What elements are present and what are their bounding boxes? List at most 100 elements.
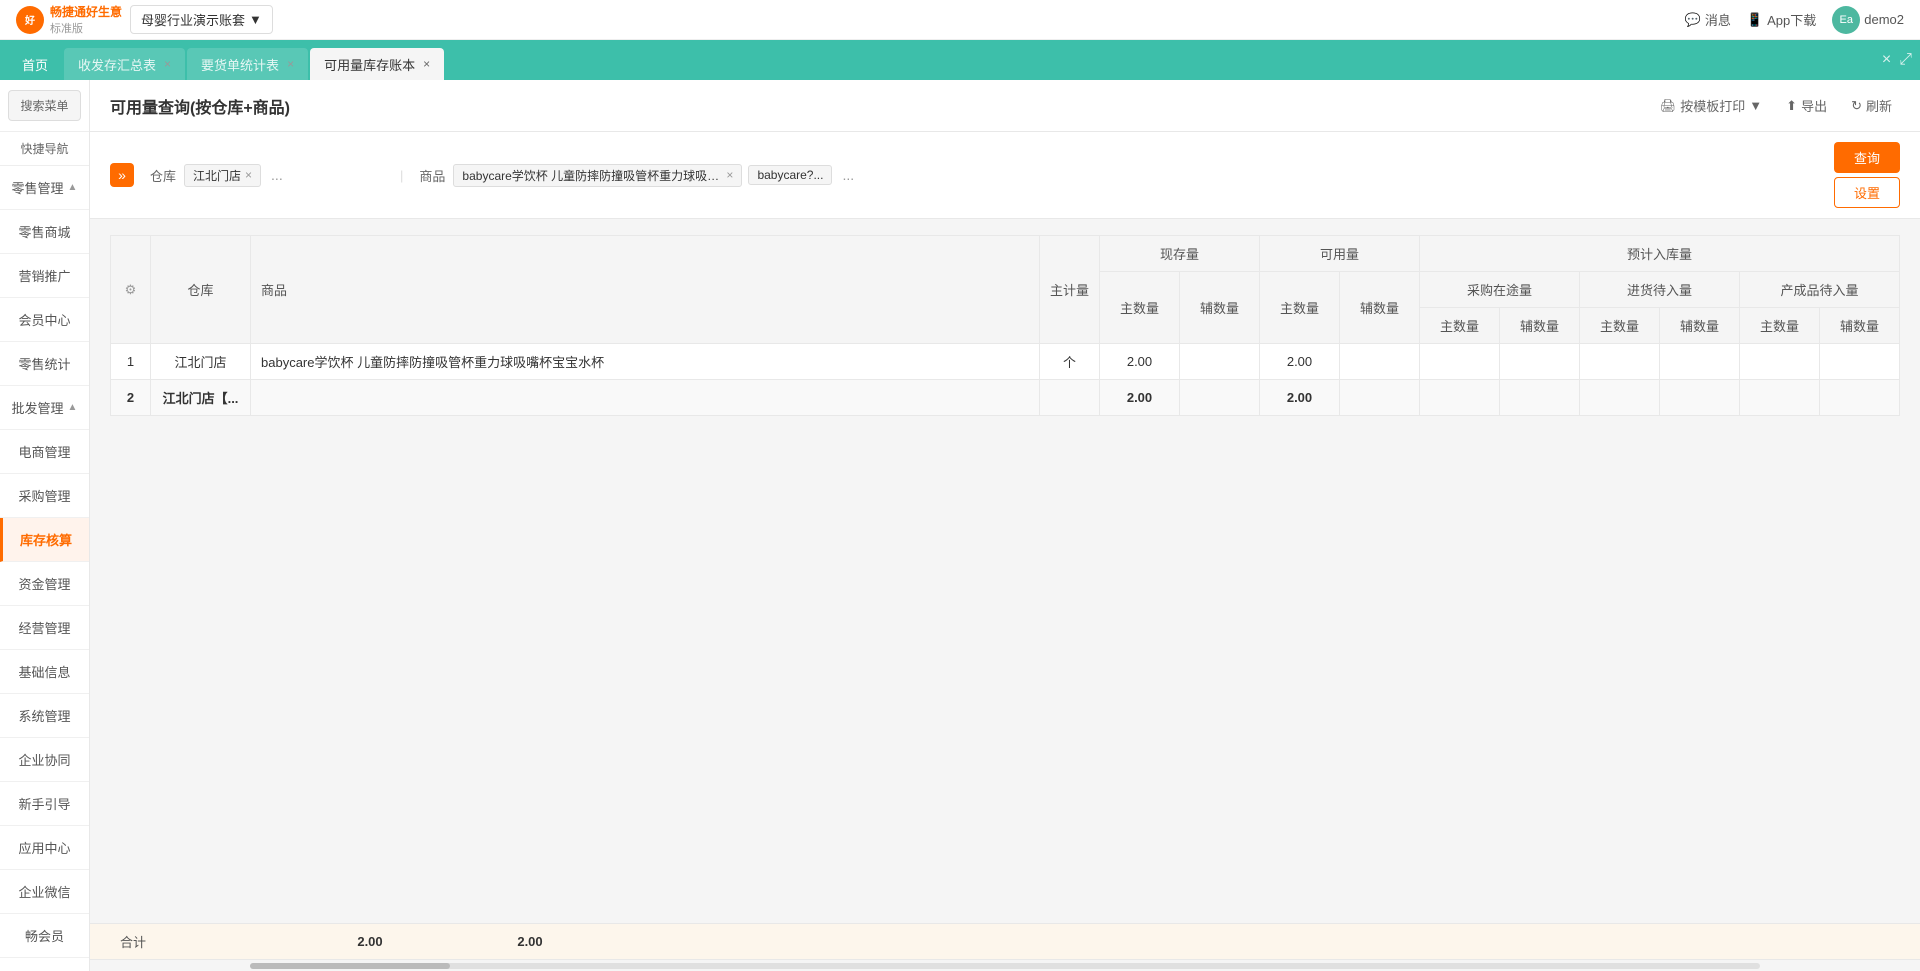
warehouse-filter: 仓库 江北门店 × ... — [150, 164, 384, 187]
sidebar-item-ecommerce[interactable]: 电商管理 — [0, 430, 89, 474]
sidebar-item-purchase[interactable]: 采购管理 — [0, 474, 89, 518]
cell-current-sub — [1180, 380, 1260, 416]
tag-close-icon[interactable]: × — [245, 168, 252, 182]
cell-product — [251, 380, 1040, 416]
chevron-down-icon: ▼ — [249, 12, 262, 27]
expand-window-btn[interactable]: ⤢ — [1899, 51, 1912, 69]
settings-btn[interactable]: 设置 — [1834, 177, 1900, 208]
tab-receivable-summary[interactable]: 收发存汇总表 × — [64, 48, 185, 80]
cell-fp-main — [1740, 380, 1820, 416]
refresh-btn[interactable]: ↻ 刷新 — [1843, 92, 1900, 119]
warehouse-tag[interactable]: 江北门店 × — [184, 164, 261, 187]
page-title: 可用量查询(按仓库+商品) — [110, 94, 290, 130]
user-action[interactable]: Ea demo2 — [1832, 6, 1904, 34]
sidebar-item-member[interactable]: 畅会员 — [0, 914, 89, 958]
footer-fp-main — [970, 934, 1050, 949]
cell-purchase-transit-sub — [1500, 344, 1580, 380]
cell-pp-sub — [1660, 380, 1740, 416]
product-tag-1[interactable]: babycare学饮杯 儿童防摔防撞吸管杯重力球吸嘴杯宝宝水杯 × — [453, 164, 742, 187]
nav-controls: × ⤢ — [1882, 51, 1912, 69]
th-finished-pending: 产成品待入量 — [1740, 272, 1900, 308]
tag-close-icon[interactable]: × — [726, 168, 733, 182]
sidebar-item-system[interactable]: 系统管理 — [0, 694, 89, 738]
cell-current-sub — [1180, 344, 1260, 380]
cell-finished-pending-sub — [1820, 344, 1900, 380]
sidebar-item-retail-mall[interactable]: 零售商城 — [0, 210, 89, 254]
filter-separator: | — [400, 168, 403, 183]
sidebar-item-basic-info[interactable]: 基础信息 — [0, 650, 89, 694]
cell-available-main: 2.00 — [1260, 380, 1340, 416]
tab-available-stock[interactable]: 可用量库存账本 × — [310, 48, 444, 80]
scroll-bar[interactable] — [90, 959, 1920, 971]
tab-order-stats[interactable]: 要货单统计表 × — [187, 48, 308, 80]
th-current-sub: 辅数量 — [1180, 272, 1260, 344]
industry-selector[interactable]: 母婴行业演示账套 ▼ — [130, 5, 273, 34]
sidebar-item-retail-stats[interactable]: 零售统计 — [0, 342, 89, 386]
footer-current-main: 2.00 — [330, 934, 410, 949]
footer-current-sub — [410, 934, 490, 949]
th-available-main: 主数量 — [1260, 272, 1340, 344]
quick-nav-btn[interactable]: 快捷导航 — [0, 132, 89, 166]
scroll-thumb[interactable] — [250, 963, 450, 969]
sidebar-item-app-center[interactable]: 应用中心 — [0, 826, 89, 870]
filter-actions: 查询 设置 — [1834, 142, 1900, 208]
sidebar-item-guide[interactable]: 新手引导 — [0, 782, 89, 826]
cell-no: 1 — [111, 344, 151, 380]
th-planned-in: 预计入库量 — [1420, 236, 1900, 272]
sidebar-item-wechat[interactable]: 企业微信 — [0, 870, 89, 914]
sidebar-item-marketing[interactable]: 营销推广 — [0, 254, 89, 298]
expand-icon: ▲ — [68, 182, 78, 193]
sidebar-search: 搜索菜单 — [0, 80, 89, 132]
sidebar-item-wholesale[interactable]: 批发管理 ▲ — [0, 386, 89, 430]
header-right: 💬 消息 📱 App下载 Ea demo2 — [1685, 6, 1904, 34]
th-purchase-transit: 采购在途量 — [1420, 272, 1580, 308]
th-finished-pending-main: 主数量 — [1740, 308, 1820, 344]
footer-label: 合计 — [110, 932, 270, 951]
product-label: 商品 — [419, 166, 445, 185]
th-settings[interactable]: ⚙ — [111, 236, 151, 344]
header-left: 好 畅捷通好生意 标准版 母婴行业演示账套 ▼ — [16, 3, 273, 36]
search-menu-btn[interactable]: 搜索菜单 — [8, 90, 81, 121]
sidebar-item-member-center[interactable]: 会员中心 — [0, 298, 89, 342]
filter-expand-btn[interactable]: » — [110, 163, 134, 187]
logo-area: 好 畅捷通好生意 标准版 — [16, 3, 122, 36]
footer-pt-sub — [730, 934, 810, 949]
product-tag-2[interactable]: babycare?... — [748, 165, 832, 185]
more-product-btn[interactable]: ... — [838, 165, 858, 185]
query-btn[interactable]: 查询 — [1834, 142, 1900, 173]
sidebar-item-inventory[interactable]: 库存核算 — [0, 518, 89, 562]
page-header: 可用量查询(按仓库+商品) 🖨 按模板打印 ▼ ⬆ 导出 ↻ 刷新 — [90, 80, 1920, 132]
tab-close-icon[interactable]: × — [287, 57, 294, 71]
footer-fp-sub — [1050, 934, 1130, 949]
footer-unit — [270, 934, 330, 949]
export-btn[interactable]: ⬆ 导出 — [1778, 92, 1835, 119]
sidebar-item-enterprise[interactable]: 企业协同 — [0, 738, 89, 782]
tab-close-icon[interactable]: × — [164, 57, 171, 71]
cell-available-sub — [1340, 344, 1420, 380]
main-layout: 搜索菜单 快捷导航 零售管理 ▲ 零售商城 营销推广 会员中心 零售统计 批发管… — [0, 80, 1920, 971]
footer-values: 2.00 2.00 — [270, 934, 1900, 949]
tab-home[interactable]: 首页 — [8, 48, 62, 80]
top-header: 好 畅捷通好生意 标准版 母婴行业演示账套 ▼ 💬 消息 📱 App下载 Ea … — [0, 0, 1920, 40]
print-template-btn[interactable]: 🖨 按模板打印 ▼ — [1652, 92, 1770, 119]
settings-icon[interactable]: ⚙ — [125, 282, 137, 297]
app-download-action[interactable]: 📱 App下载 — [1747, 10, 1816, 29]
tab-close-icon[interactable]: × — [423, 57, 430, 71]
sidebar-item-operations[interactable]: 经营管理 — [0, 606, 89, 650]
expand-icon: ▲ — [68, 402, 78, 413]
table-container: ⚙ 仓库 商品 主计量 现存量 可用量 预计入库量 主数量 辅数量 主数量 辅数… — [90, 219, 1920, 923]
cell-unit: 个 — [1039, 344, 1099, 380]
th-current-main: 主数量 — [1100, 272, 1180, 344]
close-window-btn[interactable]: × — [1882, 51, 1891, 69]
more-filter-btn[interactable]: ... — [267, 165, 287, 185]
cell-pp-main — [1580, 380, 1660, 416]
sidebar-item-retail-management[interactable]: 零售管理 ▲ — [0, 166, 89, 210]
th-purchase-pending: 进货待入量 — [1580, 272, 1740, 308]
sidebar-item-finance[interactable]: 资金管理 — [0, 562, 89, 606]
cell-fp-sub — [1820, 380, 1900, 416]
cell-pt-sub — [1500, 380, 1580, 416]
warehouse-label: 仓库 — [150, 166, 176, 185]
cell-pt-main — [1420, 380, 1500, 416]
logo-icon: 好 — [16, 6, 44, 34]
message-action[interactable]: 💬 消息 — [1685, 10, 1731, 29]
